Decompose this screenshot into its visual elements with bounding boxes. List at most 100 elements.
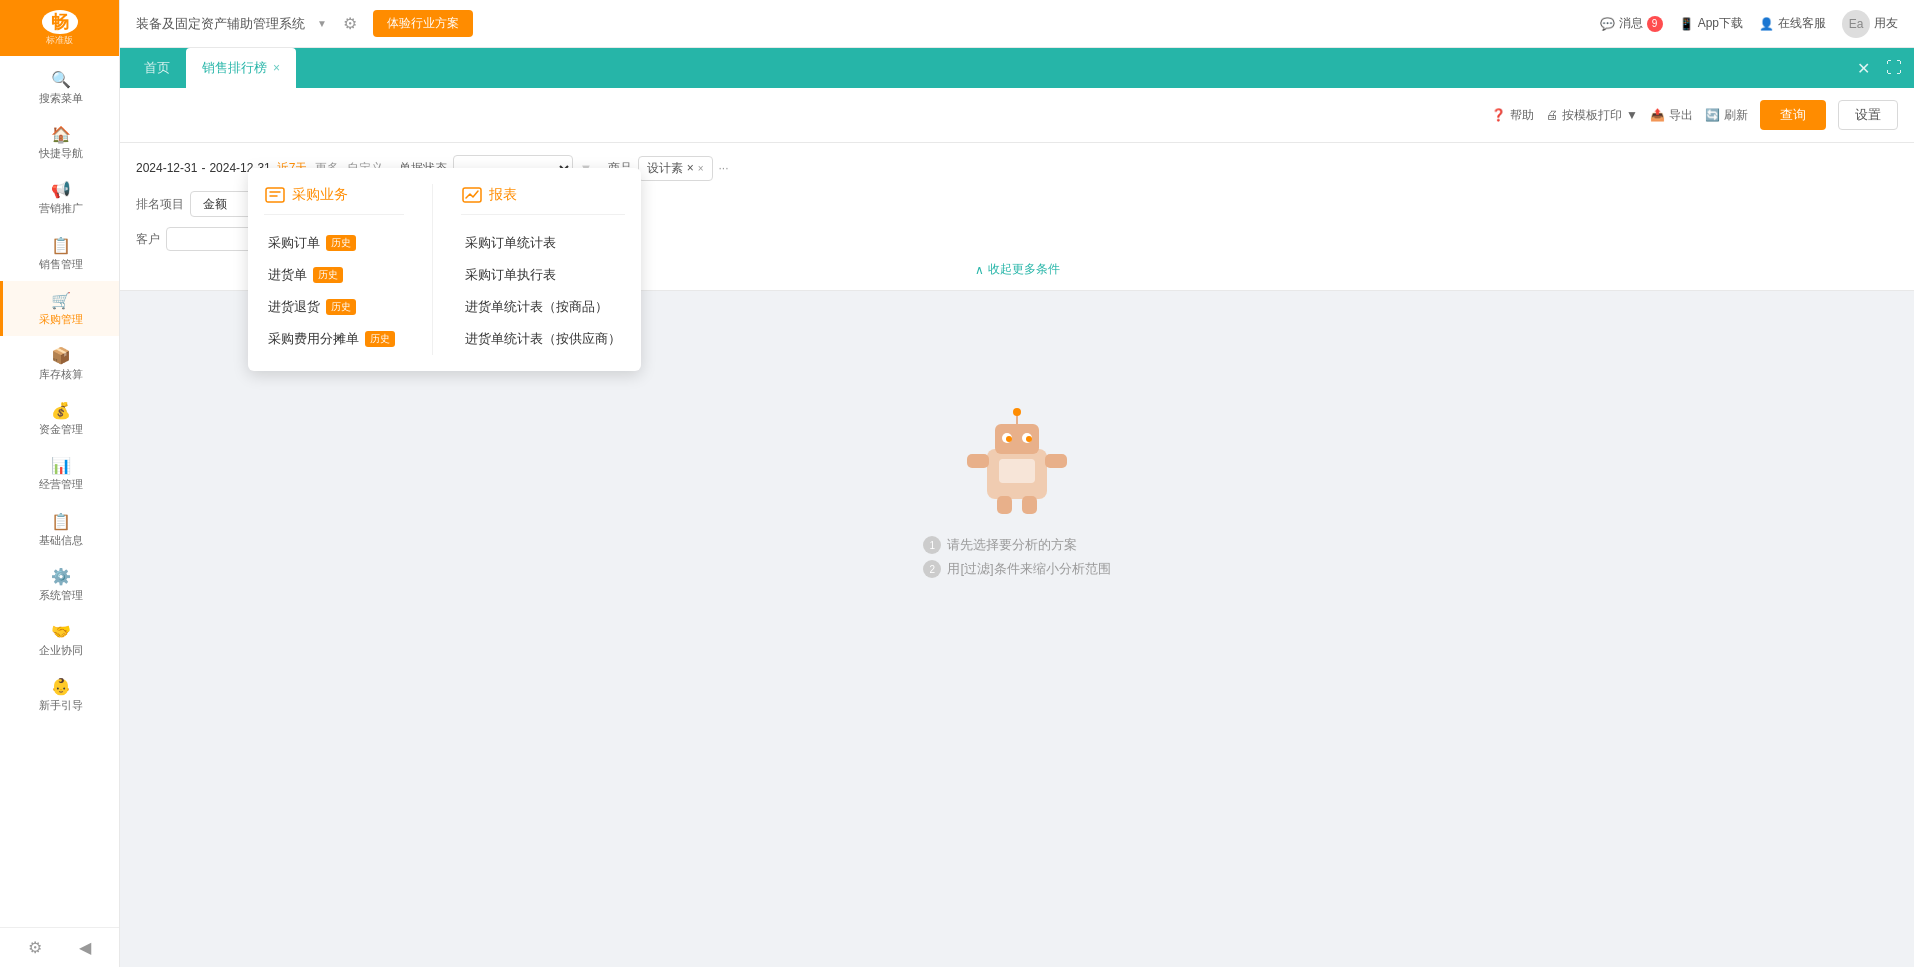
incoming-stat-supplier-label: 进货单统计表（按供应商） (465, 330, 621, 348)
sidebar-item-sales[interactable]: 📋 销售管理 (0, 226, 119, 281)
collapse-sidebar-button[interactable]: ◀ (79, 938, 91, 957)
menu-item-incoming[interactable]: 进货单 历史 (264, 259, 404, 291)
purchase-order-badge: 历史 (326, 235, 356, 251)
incoming-badge: 历史 (313, 267, 343, 283)
goods-tag: 设计素 × × (638, 156, 712, 181)
user-menu[interactable]: Ea 用友 (1842, 10, 1898, 38)
user-name: 用友 (1874, 15, 1898, 32)
tip-num-2: 2 (923, 560, 941, 578)
topbar: 装备及固定资产辅助管理系统 ▼ ⚙ 体验行业方案 💬 消息 9 📱 App下载 … (120, 0, 1914, 48)
operation-icon: 📊 (51, 456, 71, 475)
sidebar-item-operation[interactable]: 📊 经营管理 (0, 446, 119, 501)
settings-button[interactable]: 设置 (1838, 100, 1898, 130)
sidebar-item-system[interactable]: ⚙️ 系统管理 (0, 557, 119, 612)
settings-footer-button[interactable]: ⚙ (28, 938, 42, 957)
sidebar-item-marketing[interactable]: 📢 营销推广 (0, 170, 119, 225)
svg-rect-1 (995, 424, 1039, 454)
message-button[interactable]: 💬 消息 9 (1600, 15, 1663, 32)
message-badge: 9 (1647, 16, 1663, 32)
sidebar-footer: ⚙ ◀ (0, 927, 119, 967)
sidebar-item-label-purchase: 采购管理 (39, 313, 83, 326)
tab-ranking-label: 销售排行榜 (202, 59, 267, 77)
collapse-up-icon: ∧ (975, 263, 984, 277)
marketing-icon: 📢 (51, 180, 71, 199)
sidebar-item-newbie[interactable]: 👶 新手引导 (0, 667, 119, 722)
sidebar-version-text: 标准版 (46, 34, 73, 47)
incoming-stat-goods-label: 进货单统计表（按商品） (465, 298, 608, 316)
customer-label: 客户 (136, 231, 160, 248)
purchase-col-icon (264, 184, 286, 206)
sidebar-item-cooperation[interactable]: 🤝 企业协同 (0, 612, 119, 667)
empty-tips: 1 请先选择要分析的方案 2 用[过滤]条件来缩小分析范围 (923, 536, 1110, 578)
menu-item-purchase-order[interactable]: 采购订单 历史 (264, 227, 404, 259)
sidebar-item-label-operation: 经营管理 (39, 478, 83, 491)
tab-close-icon[interactable]: × (273, 61, 280, 75)
svg-rect-10 (997, 496, 1012, 514)
goods-ellipsis[interactable]: ··· (719, 161, 729, 175)
svg-point-7 (1013, 408, 1021, 416)
topbar-gear-icon[interactable]: ⚙ (343, 14, 357, 33)
sidebar-item-quicknav[interactable]: 🏠 快捷导航 (0, 115, 119, 170)
main-area: 装备及固定资产辅助管理系统 ▼ ⚙ 体验行业方案 💬 消息 9 📱 App下载 … (120, 0, 1914, 967)
purchase-menu-overlay: 采购业务 采购订单 历史 进货单 历史 进货退货 历史 (248, 168, 641, 371)
refresh-button[interactable]: 🔄 刷新 (1705, 107, 1748, 124)
tip-num-1: 1 (923, 536, 941, 554)
tab-expand-icon[interactable]: ⛶ (1882, 55, 1906, 81)
print-icon: 🖨 (1546, 108, 1558, 122)
export-icon: 📤 (1650, 108, 1665, 122)
purchase-icon: 🛒 (51, 291, 71, 310)
collapse-label: 收起更多条件 (988, 261, 1060, 278)
sidebar-item-finance[interactable]: 💰 资金管理 (0, 391, 119, 446)
return-badge: 历史 (326, 299, 356, 315)
help-button[interactable]: ❓ 帮助 (1491, 107, 1534, 124)
print-dropdown-icon: ▼ (1626, 108, 1638, 122)
collapse-filter-button[interactable]: ∧ 收起更多条件 (975, 261, 1060, 278)
sidebar-item-search[interactable]: 🔍 搜索菜单 (0, 60, 119, 115)
industry-button[interactable]: 体验行业方案 (373, 10, 473, 37)
app-download-button[interactable]: 📱 App下载 (1679, 15, 1743, 32)
app-download-label: App下载 (1698, 15, 1743, 32)
query-button[interactable]: 查询 (1760, 100, 1826, 130)
sidebar-item-inventory[interactable]: 📦 库存核算 (0, 336, 119, 391)
menu-item-purchase-exec[interactable]: 采购订单执行表 (461, 259, 625, 291)
newbie-icon: 👶 (51, 677, 71, 696)
content-area: ❓ 帮助 🖨 按模板打印 ▼ 📤 导出 🔄 刷新 (120, 88, 1914, 967)
empty-tip-text-2: 用[过滤]条件来缩小分析范围 (947, 560, 1110, 578)
menu-item-return[interactable]: 进货退货 历史 (264, 291, 404, 323)
incoming-label: 进货单 (268, 266, 307, 284)
page-header: ❓ 帮助 🖨 按模板打印 ▼ 📤 导出 🔄 刷新 (120, 88, 1914, 143)
purchase-stat-label: 采购订单统计表 (465, 234, 556, 252)
tab-home[interactable]: 首页 (128, 48, 186, 88)
sidebar-item-purchase[interactable]: 🛒 采购管理 (0, 281, 119, 336)
topbar-right: 💬 消息 9 📱 App下载 👤 在线客服 Ea 用友 (1600, 10, 1898, 38)
report-column: 报表 采购订单统计表 采购订单执行表 进货单统计表（按商品） 进货单统计表（按供 (461, 184, 625, 355)
topbar-dropdown[interactable]: ▼ (317, 18, 327, 29)
menu-item-cost[interactable]: 采购费用分摊单 历史 (264, 323, 404, 355)
menu-item-incoming-stat-goods[interactable]: 进货单统计表（按商品） (461, 291, 625, 323)
refresh-icon: 🔄 (1705, 108, 1720, 122)
date-separator: - (201, 161, 205, 175)
sidebar-item-basic[interactable]: 📋 基础信息 (0, 502, 119, 557)
message-icon: 💬 (1600, 17, 1615, 31)
empty-tip-1: 1 请先选择要分析的方案 (923, 536, 1110, 554)
print-button[interactable]: 🖨 按模板打印 ▼ (1546, 107, 1638, 124)
tab-close-all-icon[interactable]: ✕ (1853, 55, 1874, 82)
svg-rect-9 (1045, 454, 1067, 468)
online-service-button[interactable]: 👤 在线客服 (1759, 15, 1826, 32)
phone-icon: 📱 (1679, 17, 1694, 31)
export-button[interactable]: 📤 导出 (1650, 107, 1693, 124)
goods-tag-close[interactable]: × (698, 163, 704, 174)
page-header-actions: ❓ 帮助 🖨 按模板打印 ▼ 📤 导出 🔄 刷新 (1491, 100, 1898, 130)
sidebar-item-label-cooperation: 企业协同 (39, 644, 83, 657)
svg-point-5 (1026, 436, 1032, 442)
sidebar-item-label-finance: 资金管理 (39, 423, 83, 436)
empty-state-image (957, 404, 1077, 524)
return-label: 进货退货 (268, 298, 320, 316)
inventory-icon: 📦 (51, 346, 71, 365)
empty-tip-2: 2 用[过滤]条件来缩小分析范围 (923, 560, 1110, 578)
menu-item-incoming-stat-supplier[interactable]: 进货单统计表（按供应商） (461, 323, 625, 355)
tab-ranking[interactable]: 销售排行榜 × (186, 48, 296, 88)
service-label: 在线客服 (1778, 15, 1826, 32)
cooperation-icon: 🤝 (51, 622, 71, 641)
menu-item-purchase-stat[interactable]: 采购订单统计表 (461, 227, 625, 259)
